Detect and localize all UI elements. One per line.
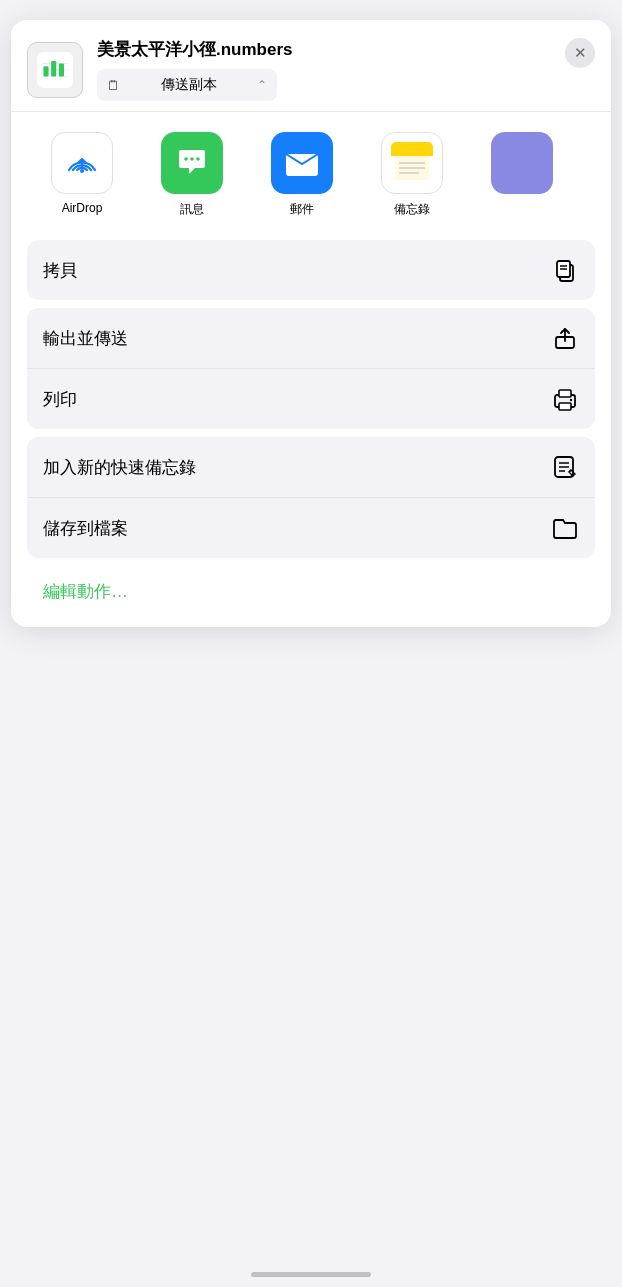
svg-rect-32 [559,390,571,397]
app-item-notes[interactable]: 備忘錄 [357,132,467,218]
copy-label: 拷貝 [43,259,77,282]
print-label: 列印 [43,388,77,411]
airdrop-label: AirDrop [62,201,103,215]
home-indicator [251,1272,371,1277]
share-icon [551,324,579,352]
copy-icon [551,256,579,284]
app-item-airdrop[interactable]: AirDrop [27,132,137,218]
edit-actions-label: 編輯動作… [43,582,128,601]
action-export-send[interactable]: 輸出並傳送 [27,308,595,369]
svg-rect-33 [559,403,571,410]
quicknote-icon [551,453,579,481]
sheet-header: 美景太平洋小徑.numbers 🗒 傳送副本 ⌃ ✕ [11,20,611,112]
action-quick-note[interactable]: 加入新的快速備忘錄 [27,437,595,498]
copy-type-selector[interactable]: 🗒 傳送副本 ⌃ [97,69,277,101]
notes-icon [381,132,443,194]
app-item-messages[interactable]: 訊息 [137,132,247,218]
svg-rect-6 [51,61,56,76]
mail-icon [271,132,333,194]
share-sheet: 美景太平洋小徑.numbers 🗒 傳送副本 ⌃ ✕ [11,20,611,627]
app-row: AirDrop 訊息 [11,112,611,230]
svg-rect-19 [391,150,433,156]
export-send-label: 輸出並傳送 [43,327,128,350]
svg-point-13 [190,157,194,161]
messages-label: 訊息 [180,201,204,218]
action-print[interactable]: 列印 [27,369,595,429]
home-indicator-area [0,1272,622,1287]
svg-line-39 [569,470,571,472]
file-icon [27,42,83,98]
print-icon [551,385,579,413]
chevron-icon: ⌃ [257,78,267,92]
copy-type-label: 傳送副本 [126,76,251,94]
svg-rect-5 [43,66,48,76]
doc-icon: 🗒 [107,78,120,93]
header-info: 美景太平洋小徑.numbers 🗒 傳送副本 ⌃ [97,38,595,101]
action-group-1: 拷貝 [27,240,595,300]
extra-app-icon [491,132,553,194]
airdrop-icon [51,132,113,194]
action-group-2: 輸出並傳送 列印 [27,308,595,429]
file-title: 美景太平洋小徑.numbers [97,38,595,61]
svg-point-9 [80,169,84,173]
messages-icon [161,132,223,194]
action-save-files[interactable]: 儲存到檔案 [27,498,595,558]
svg-point-34 [570,399,572,401]
action-list: 拷貝 輸出並傳送 [11,230,611,627]
app-item-mail[interactable]: 郵件 [247,132,357,218]
svg-point-12 [184,157,188,161]
quick-note-label: 加入新的快速備忘錄 [43,456,196,479]
save-files-label: 儲存到檔案 [43,517,128,540]
action-copy[interactable]: 拷貝 [27,240,595,300]
action-group-3: 加入新的快速備忘錄 儲存到檔案 [27,437,595,558]
close-button[interactable]: ✕ [565,38,595,68]
notes-label: 備忘錄 [394,201,430,218]
folder-icon [551,514,579,542]
mail-label: 郵件 [290,201,314,218]
svg-point-14 [196,157,200,161]
app-item-extra[interactable] [467,132,577,218]
svg-rect-7 [59,63,64,76]
edit-actions-link[interactable]: 編輯動作… [27,566,595,617]
svg-rect-24 [501,142,543,184]
